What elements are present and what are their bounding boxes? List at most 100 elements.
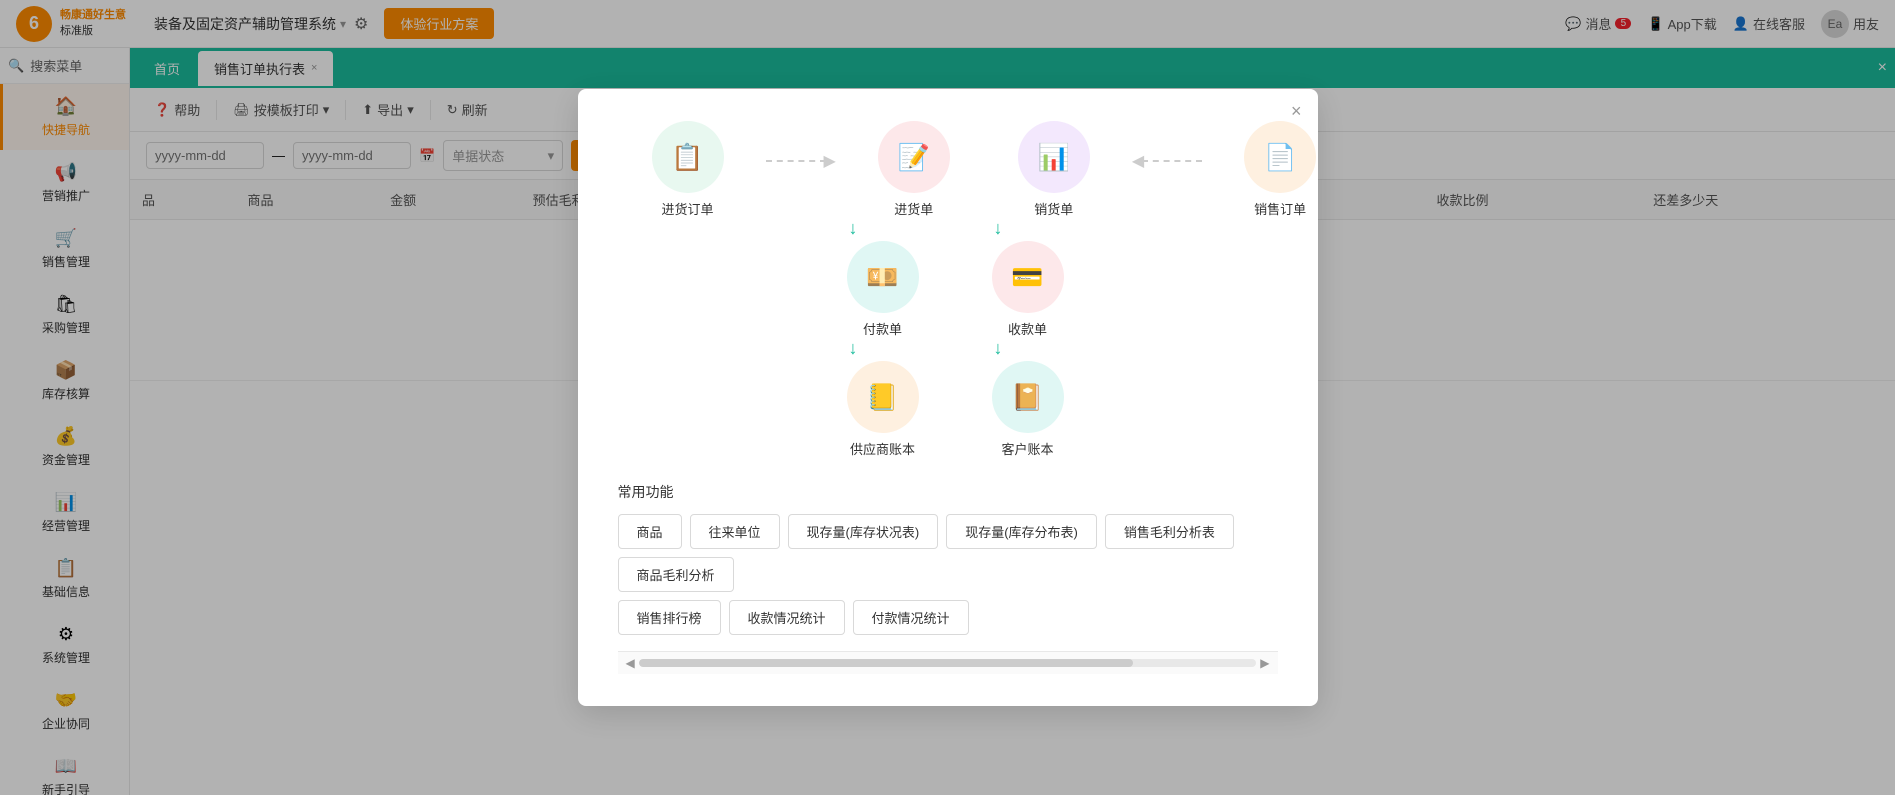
common-functions-buttons: 商品 往来单位 现存量(库存状况表) 现存量(库存分布表) 销售毛利分析表 商品… <box>618 514 1278 592</box>
finance-icon: 💰 <box>55 426 77 447</box>
help-icon: ❓ <box>154 102 170 118</box>
separator <box>216 100 217 120</box>
date-to-input[interactable] <box>293 142 411 169</box>
logo-text: 畅康通好生意 标准版 <box>60 8 126 39</box>
message-badge: 5 <box>1615 18 1631 29</box>
tab-home[interactable]: 首页 <box>138 51 196 86</box>
logo-icon: 6 <box>16 6 52 42</box>
search-menu-button[interactable]: 🔍 搜索菜单 <box>0 48 129 84</box>
app-download-button[interactable]: 📱 App下载 <box>1647 14 1716 33</box>
supplier-account-icon: 📒 <box>847 361 919 433</box>
func-btn-8[interactable]: 付款情况统计 <box>853 600 969 635</box>
receipt-label: 收款单 <box>1008 319 1047 338</box>
common-functions-section: 常用功能 商品 往来单位 现存量(库存状况表) 现存量(库存分布表) 销售毛利分… <box>618 482 1278 635</box>
func-btn-0[interactable]: 商品 <box>618 514 682 549</box>
func-btn-1[interactable]: 往来单位 <box>690 514 780 549</box>
date-separator: — <box>272 148 285 163</box>
func-btn-4[interactable]: 销售毛利分析表 <box>1105 514 1234 549</box>
marketing-icon: 📢 <box>55 162 77 183</box>
func-btn-2[interactable]: 现存量(库存状况表) <box>788 514 939 549</box>
system-title: 装备及固定资产辅助管理系统 ▾ <box>154 14 346 34</box>
col-header-1: 商品 <box>236 180 379 220</box>
tab-sales-order[interactable]: 销售订单执行表 × <box>198 51 333 86</box>
separator-2 <box>345 100 346 120</box>
chevron-down-icon: ▾ <box>323 102 330 118</box>
sidebar-item-operations[interactable]: 📊 经营管理 <box>0 480 129 546</box>
date-to-field[interactable] <box>302 148 402 163</box>
flow-node-supplier-account[interactable]: 📒 供应商账本 <box>813 361 953 458</box>
receipt-icon: 💳 <box>992 241 1064 313</box>
calendar-icon[interactable]: 📅 <box>419 148 435 164</box>
template-print-button[interactable]: 🖨 按模板打印 ▾ <box>225 96 337 123</box>
sales-receipt-icon: 📊 <box>1018 121 1090 193</box>
sidebar-item-inventory[interactable]: 📦 库存核算 <box>0 348 129 414</box>
sidebar-item-quick-nav[interactable]: 🏠 快捷导航 <box>0 84 129 150</box>
sidebar-item-marketing[interactable]: 📢 营销推广 <box>0 150 129 216</box>
sidebar-item-collab[interactable]: 🤝 企业协同 <box>0 678 129 744</box>
flow-node-customer-account[interactable]: 📔 客户账本 <box>958 361 1098 458</box>
refresh-icon: ↻ <box>447 102 458 118</box>
home-icon: 🏠 <box>55 96 77 117</box>
export-button[interactable]: ⬆ 导出 ▾ <box>354 96 421 123</box>
scroll-bar: ◀ ▶ <box>618 651 1278 674</box>
refresh-button[interactable]: ↻ 刷新 <box>439 96 496 123</box>
tab-close-icon[interactable]: × <box>311 62 317 74</box>
purchase-icon: 🛍 <box>55 294 78 315</box>
export-icon: ⬆ <box>362 102 373 118</box>
collab-icon: 🤝 <box>55 690 77 711</box>
scroll-track[interactable] <box>639 659 1257 667</box>
sidebar-item-finance[interactable]: 💰 资金管理 <box>0 414 129 480</box>
sidebar-item-purchase[interactable]: 🛍 采购管理 <box>0 282 129 348</box>
status-select[interactable]: 单据状态 ▾ <box>443 140 563 171</box>
top-right-area: 💬 消息 5 📱 App下载 👤 在线客服 Ea 用友 <box>1565 10 1879 38</box>
col-header-7: 收款比例 <box>1425 180 1642 220</box>
sales-icon: 🛒 <box>55 228 77 249</box>
func-btn-3[interactable]: 现存量(库存分布表) <box>946 514 1097 549</box>
flow-node-sales-receipt[interactable]: 📊 销货单 <box>984 121 1124 218</box>
newbie-icon: 📖 <box>55 756 77 777</box>
func-btn-5[interactable]: 商品毛利分析 <box>618 557 734 592</box>
download-icon: 📱 <box>1647 16 1663 32</box>
col-header-0: 品 <box>130 180 236 220</box>
avatar: Ea <box>1821 10 1849 38</box>
trial-button[interactable]: 体验行业方案 <box>384 8 494 39</box>
scroll-left-arrow[interactable]: ◀ <box>626 656 635 670</box>
chevron-down-icon[interactable]: ▾ <box>340 17 346 31</box>
scroll-right-arrow[interactable]: ▶ <box>1260 656 1269 670</box>
common-functions-buttons-row2: 销售排行榜 收款情况统计 付款情况统计 <box>618 600 1278 635</box>
func-btn-6[interactable]: 销售排行榜 <box>618 600 721 635</box>
message-icon: 💬 <box>1565 16 1581 32</box>
flow-modal: × 📋 进货订单 ▶ 📝 进货单 <box>578 89 1318 706</box>
supplier-account-label: 供应商账本 <box>850 439 915 458</box>
purchase-receipt-icon: 📝 <box>878 121 950 193</box>
help-button[interactable]: ❓ 帮助 <box>146 96 208 123</box>
flow-node-sales-order[interactable]: 📄 销售订单 <box>1210 121 1350 218</box>
sales-order-label: 销售订单 <box>1254 199 1306 218</box>
sidebar-item-system[interactable]: ⚙ 系统管理 <box>0 612 129 678</box>
user-menu[interactable]: Ea 用友 <box>1821 10 1879 38</box>
customer-account-label: 客户账本 <box>1001 439 1053 458</box>
message-button[interactable]: 💬 消息 5 <box>1565 14 1631 33</box>
func-btn-7[interactable]: 收款情况统计 <box>729 600 845 635</box>
sales-receipt-label: 销货单 <box>1034 199 1073 218</box>
basic-icon: 📋 <box>55 558 77 579</box>
payment-label: 付款单 <box>863 319 902 338</box>
flow-node-payment[interactable]: 💴 付款单 <box>813 241 953 338</box>
tab-bar: 首页 销售订单执行表 × × <box>130 48 1895 88</box>
flow-node-purchase-receipt[interactable]: 📝 进货单 <box>844 121 984 218</box>
date-from-input[interactable] <box>146 142 264 169</box>
sidebar-item-newbie[interactable]: 📖 新手引导 <box>0 744 129 795</box>
common-functions-title: 常用功能 <box>618 482 1278 502</box>
close-all-tabs-button[interactable]: × <box>1878 59 1887 77</box>
modal-close-button[interactable]: × <box>1291 101 1302 122</box>
flow-node-receipt[interactable]: 💳 收款单 <box>958 241 1098 338</box>
online-service-button[interactable]: 👤 在线客服 <box>1733 14 1805 33</box>
flow-node-purchase-order[interactable]: 📋 进货订单 <box>618 121 758 218</box>
sidebar-item-basic[interactable]: 📋 基础信息 <box>0 546 129 612</box>
col-header-2: 金额 <box>378 180 521 220</box>
settings-icon[interactable]: ⚙ <box>354 14 368 34</box>
date-from-field[interactable] <box>155 148 255 163</box>
sidebar-item-sales[interactable]: 🛒 销售管理 <box>0 216 129 282</box>
logo-area: 6 畅康通好生意 标准版 <box>16 6 146 42</box>
select-chevron-icon: ▾ <box>548 148 555 164</box>
